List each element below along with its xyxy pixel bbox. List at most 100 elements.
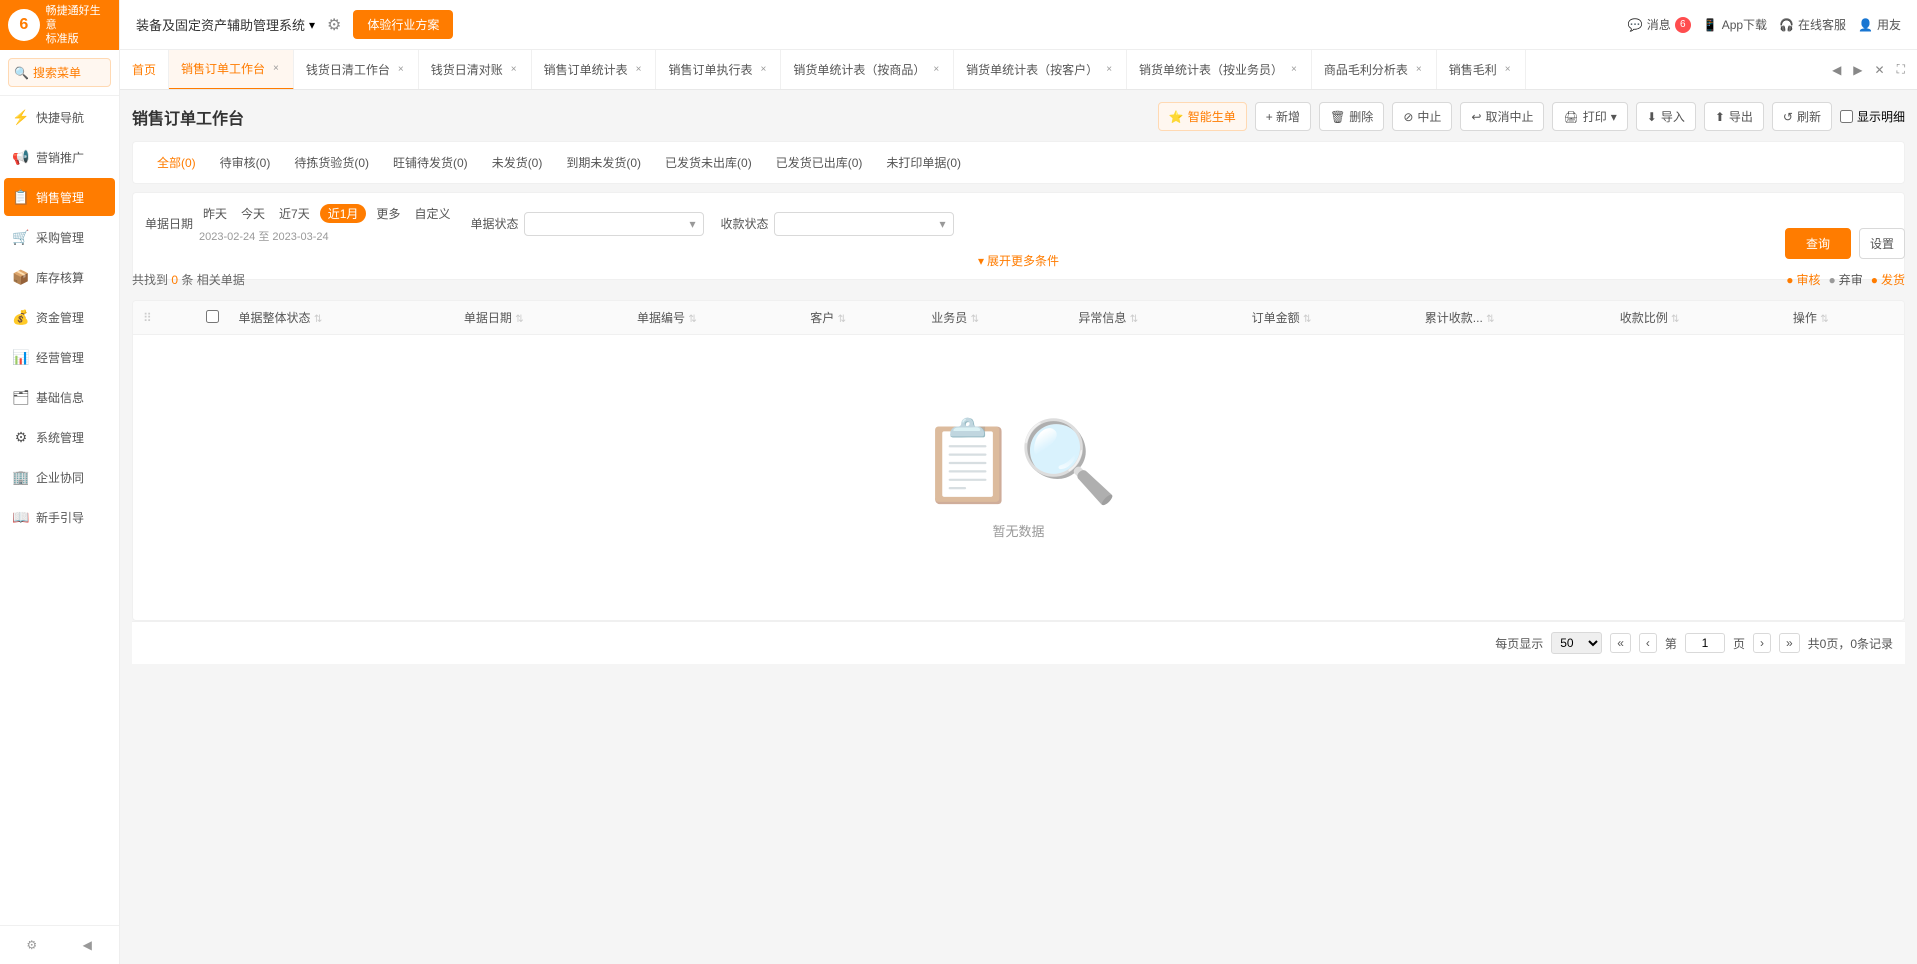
date-option-近1月[interactable]: 近1月 [320, 204, 367, 223]
sidebar-item-quick-nav[interactable]: ⚡ 快捷导航 [4, 98, 115, 136]
filter-tab-not-shipped[interactable]: 未发货(0) [480, 150, 555, 175]
tab-sales-single-product[interactable]: 销货单统计表（按商品）× [781, 50, 954, 90]
tab-cash-reconcile[interactable]: 钱货日清对账× [419, 50, 532, 90]
tab-label: 销售订单工作台 [181, 60, 265, 77]
sidebar-item-system[interactable]: ⚙ 系统管理 [4, 418, 115, 456]
suspend-button[interactable]: ⊘ 中止 [1392, 102, 1452, 131]
sidebar-item-sales[interactable]: 📋 销售管理 [4, 178, 115, 216]
import-button[interactable]: ⬇ 导入 [1636, 102, 1696, 131]
filter-tab-all[interactable]: 全部(0) [145, 150, 208, 175]
last-page-button[interactable]: » [1779, 633, 1800, 653]
headset-icon: 🎧 [1779, 18, 1794, 32]
topbar-settings-icon[interactable]: ⚙ [327, 15, 341, 35]
tab-close-all-button[interactable]: ✕ [1871, 61, 1889, 79]
export-icon: ⬆ [1715, 110, 1725, 124]
date-option-更多[interactable]: 更多 [372, 203, 404, 224]
sort-icon: ⇅ [1130, 314, 1138, 325]
date-option-自定义[interactable]: 自定义 [410, 203, 454, 224]
empty-state: 📋🔍 暂无数据 [133, 335, 1904, 620]
tab-sales-single-customer[interactable]: 销货单统计表（按客户） × [954, 50, 1127, 90]
date-option-今天[interactable]: 今天 [237, 203, 269, 224]
new-button[interactable]: + 新增 [1255, 102, 1311, 131]
tab-home[interactable]: 首页 [120, 50, 169, 90]
tab-sales-workbench[interactable]: 销售订单工作台 × [169, 50, 294, 90]
col-header-customer: 客户 ⇅ [800, 301, 921, 335]
collapse-button[interactable]: ◀ [64, 934, 112, 956]
system-title-dropdown[interactable]: 装备及固定资产辅助管理系统 ▾ [136, 15, 315, 34]
export-button[interactable]: ⬆ 导出 [1704, 102, 1764, 131]
tab-close-icon[interactable]: × [1414, 62, 1424, 77]
first-page-button[interactable]: « [1610, 633, 1631, 653]
review-button[interactable]: ● 审核 [1786, 271, 1820, 288]
empty-text: 暂无数据 [153, 521, 1884, 540]
cancel-suspend-button[interactable]: ↩ 取消中止 [1460, 102, 1544, 131]
date-option-近7天[interactable]: 近7天 [275, 203, 314, 224]
import-icon: ⬇ [1647, 110, 1657, 124]
sort-icon: ⇅ [314, 314, 322, 325]
delete-button[interactable]: 🗑 删除 [1319, 102, 1384, 131]
filter-tab-label: 全部(0) [157, 156, 196, 170]
filter-tab-wangpu-pending[interactable]: 旺铺待发货(0) [381, 150, 480, 175]
col-header-checkbox [196, 301, 229, 335]
tab-close-icon[interactable]: × [1289, 62, 1299, 77]
sidebar-item-operations[interactable]: 📊 经营管理 [4, 338, 115, 376]
page-number-input[interactable] [1685, 633, 1725, 653]
sidebar-item-marketing[interactable]: 📢 营销推广 [4, 138, 115, 176]
page-size-label: 每页显示 [1495, 635, 1543, 652]
tab-close-icon[interactable]: × [634, 62, 644, 77]
sidebar-item-finance[interactable]: 💰 资金管理 [4, 298, 115, 336]
refresh-button[interactable]: ↺ 刷新 [1772, 102, 1832, 131]
tab-close-icon[interactable]: × [1503, 62, 1513, 77]
search-menu-button[interactable]: 🔍 搜索菜单 [8, 58, 111, 87]
messages-button[interactable]: 💬 消息 6 [1628, 16, 1691, 33]
online-service-button[interactable]: 🎧 在线客服 [1779, 16, 1846, 33]
print-button[interactable]: 🖨 打印 ▾ [1552, 102, 1627, 131]
query-button[interactable]: 查询 [1785, 228, 1851, 259]
show-detail-toggle[interactable]: 显示明细 [1840, 108, 1905, 125]
ship-button[interactable]: ● 发货 [1871, 271, 1905, 288]
tab-product-margin[interactable]: 商品毛利分析表× [1312, 50, 1437, 90]
tab-sales-single-staff[interactable]: 销货单统计表（按业务员）× [1127, 50, 1312, 90]
settings-button[interactable]: ⚙ [8, 934, 56, 956]
dropdown-arrow-icon: ▾ [309, 18, 315, 32]
prev-page-button[interactable]: ‹ [1639, 633, 1657, 653]
industry-solution-button[interactable]: 体验行业方案 [353, 10, 453, 39]
col-header-number: 单据编号 ⇅ [627, 301, 800, 335]
filter-tab-overdue-not-shipped[interactable]: 到期未发货(0) [554, 150, 653, 175]
sidebar-item-inventory[interactable]: 📦 库存核算 [4, 258, 115, 296]
tab-maximize-button[interactable]: ⛶ [1893, 60, 1909, 79]
app-download-button[interactable]: 📱 App下载 [1703, 16, 1767, 33]
date-option-昨天[interactable]: 昨天 [199, 203, 231, 224]
sidebar-item-guide[interactable]: 📖 新手引导 [4, 498, 115, 536]
tab-close-icon[interactable]: × [931, 62, 941, 77]
cancel-review-button[interactable]: ● 弃审 [1828, 271, 1862, 288]
tab-scroll-left-button[interactable]: ◀ [1828, 61, 1845, 79]
user-profile-button[interactable]: 👤 用友 [1858, 16, 1901, 33]
tab-scroll-right-button[interactable]: ▶ [1849, 61, 1866, 79]
tab-close-icon[interactable]: × [509, 62, 519, 77]
page-word: 第 [1665, 635, 1677, 652]
filter-tab-not-printed[interactable]: 未打印单据(0) [874, 150, 973, 175]
sidebar-item-enterprise[interactable]: 🏢 企业协同 [4, 458, 115, 496]
tab-sales-exec[interactable]: 销售订单执行表× [656, 50, 781, 90]
tab-close-icon[interactable]: × [271, 61, 281, 76]
page-size-select[interactable]: 50 10 20 100 [1551, 632, 1602, 654]
tab-sales-profit[interactable]: 销售毛利× [1437, 50, 1526, 90]
tab-close-icon[interactable]: × [758, 62, 768, 77]
filter-tab-shipped-not-out[interactable]: 已发货未出库(0) [653, 150, 764, 175]
show-detail-checkbox[interactable] [1840, 110, 1853, 123]
tab-sales-stats[interactable]: 销售订单统计表× [532, 50, 657, 90]
sidebar-item-purchase[interactable]: 🛒 采购管理 [4, 218, 115, 256]
next-page-button[interactable]: › [1753, 633, 1771, 653]
tab-label: 销货单统计表（按客户） [966, 61, 1098, 78]
filter-tab-pending-inspect[interactable]: 待拣货验货(0) [282, 150, 381, 175]
filter-tab-pending-review[interactable]: 待审核(0) [208, 150, 283, 175]
settings-button-search[interactable]: 设置 [1859, 228, 1905, 259]
smart-create-button[interactable]: ⭐ 智能生单 [1158, 102, 1247, 131]
tab-cash-clear[interactable]: 钱货日清工作台× [294, 50, 419, 90]
filter-tab-shipped-out[interactable]: 已发货已出库(0) [764, 150, 875, 175]
select-all-checkbox[interactable] [206, 310, 219, 323]
tab-close-icon[interactable]: × [1104, 62, 1114, 77]
sidebar-item-basic-info[interactable]: 🗂 基础信息 [4, 378, 115, 416]
tab-close-icon[interactable]: × [396, 62, 406, 77]
